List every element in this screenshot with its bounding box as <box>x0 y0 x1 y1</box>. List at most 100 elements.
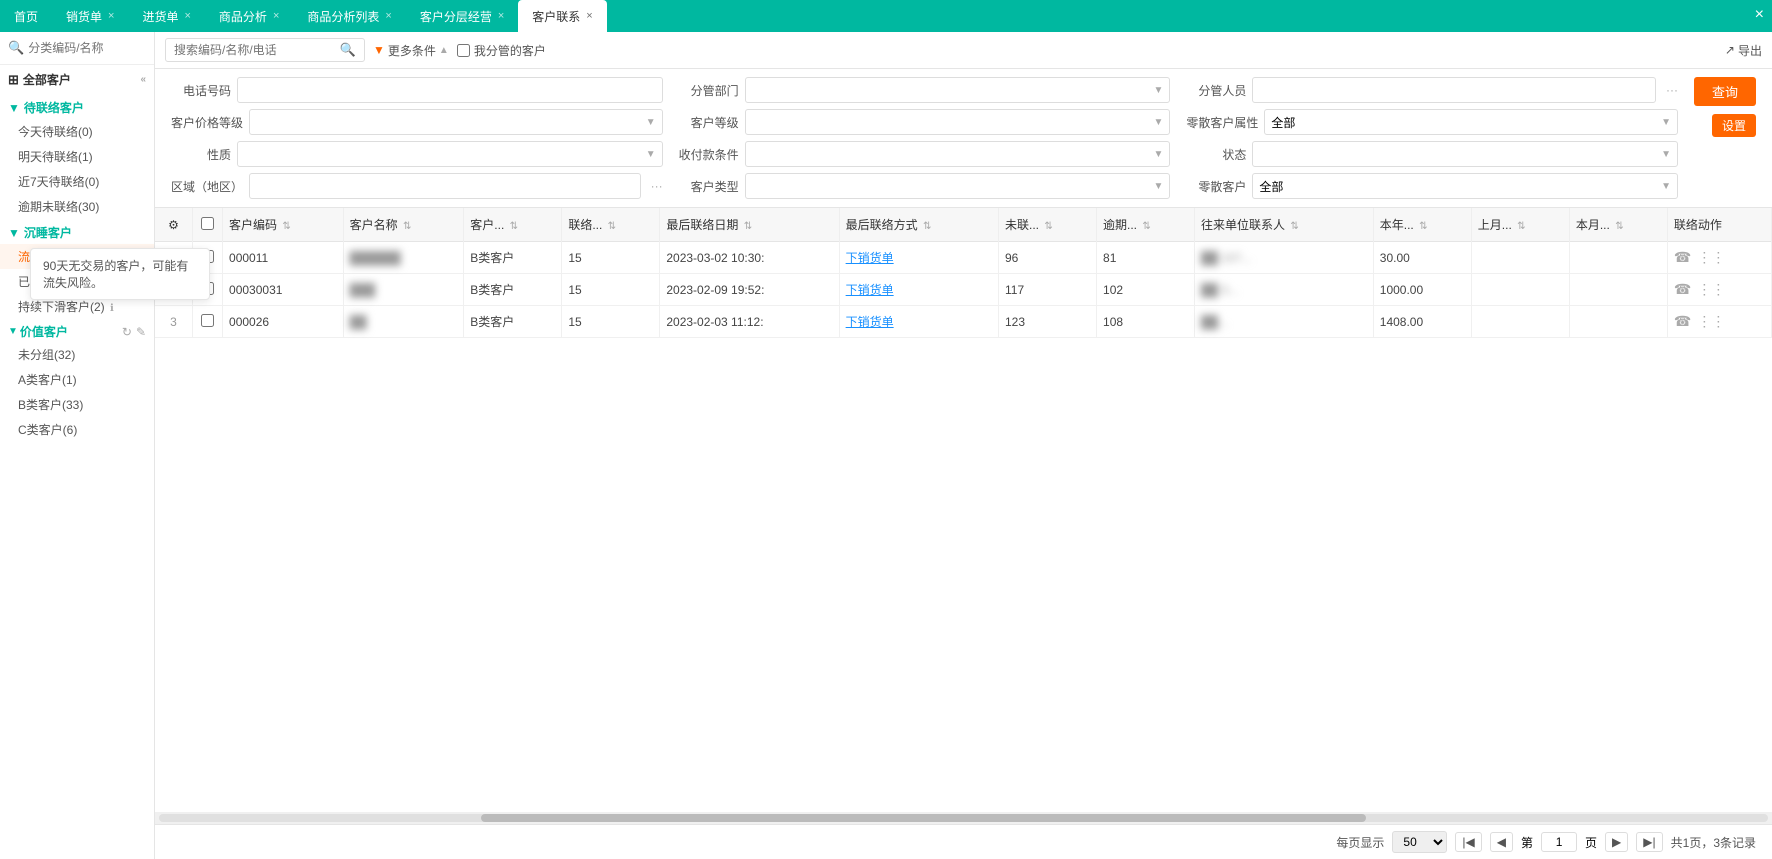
row-last-month-0 <box>1471 242 1569 274</box>
last-page-btn[interactable]: ▶| <box>1636 832 1662 852</box>
zero-customer-select[interactable]: 全部 ▼ <box>1252 173 1678 199</box>
action-more-icon-1[interactable]: ⋮⋮ <box>1697 281 1725 298</box>
col-last-month[interactable]: 上月... ⇅ <box>1471 208 1569 242</box>
page-size-select[interactable]: 50 100 200 <box>1392 831 1447 853</box>
sidebar-item-class-c[interactable]: C类客户(6) <box>0 417 154 442</box>
sort-type-icon: ⇅ <box>510 221 518 232</box>
customer-type-select[interactable]: ▼ <box>745 173 1171 199</box>
tab-product-analysis[interactable]: 商品分析 × <box>205 0 293 32</box>
close-tab-customer-contact[interactable]: × <box>586 10 592 22</box>
col-checkbox[interactable] <box>193 208 223 242</box>
sidebar-item-tomorrow-pending[interactable]: 明天待联络(1) <box>0 144 154 169</box>
group-dormant[interactable]: ▼ 沉睡客户 <box>0 219 154 244</box>
col-no-contact[interactable]: 未联... ⇅ <box>998 208 1096 242</box>
phone-input[interactable] <box>237 77 663 103</box>
col-code[interactable]: 客户编码 ⇅ <box>223 208 344 242</box>
col-type[interactable]: 客户... ⇅ <box>464 208 562 242</box>
action-phone-icon-0[interactable]: ☎ <box>1674 249 1691 266</box>
first-page-btn[interactable]: |◀ <box>1455 832 1481 852</box>
sidebar-item-unsorted[interactable]: 未分组(32) <box>0 342 154 367</box>
dept-select[interactable]: ▼ <box>745 77 1171 103</box>
region-more-icon[interactable]: ··· <box>651 179 663 193</box>
search-icon[interactable]: 🔍 <box>340 42 356 58</box>
payment-select[interactable]: ▼ <box>745 141 1171 167</box>
content-area: 🔍 ▼ 更多条件 ▲ 我分管的客户 ↗ 导出 <box>155 32 1772 859</box>
close-tab-product-analysis[interactable]: × <box>273 10 279 22</box>
col-overdue[interactable]: 逾期... ⇅ <box>1097 208 1195 242</box>
search-input[interactable] <box>174 43 336 57</box>
person-more-icon[interactable]: ··· <box>1666 83 1678 97</box>
close-tab-sales-order[interactable]: × <box>108 10 114 22</box>
customer-level-select[interactable]: ▼ <box>745 109 1171 135</box>
action-phone-icon-1[interactable]: ☎ <box>1674 281 1691 298</box>
action-phone-icon-2[interactable]: ☎ <box>1674 313 1691 330</box>
person-field: 分管人员 ··· <box>1186 77 1678 103</box>
edit-icon[interactable]: ✎ <box>136 325 146 339</box>
action-more-icon-0[interactable]: ⋮⋮ <box>1697 249 1725 266</box>
col-name[interactable]: 客户名称 ⇅ <box>343 208 464 242</box>
close-tab-purchase-order[interactable]: × <box>184 10 190 22</box>
row-overdue-0: 81 <box>1097 242 1195 274</box>
tab-bar: 首页 销货单 × 进货单 × 商品分析 × 商品分析列表 × 客户分层经营 × … <box>0 0 1772 32</box>
sidebar-item-today-pending[interactable]: 今天待联络(0) <box>0 119 154 144</box>
table-row: 2 00030031 ███ B类客户 15 2023-02-09 19:52:… <box>155 274 1772 306</box>
col-last-type[interactable]: 最后联络方式 ⇅ <box>839 208 998 242</box>
sidebar-search-input[interactable] <box>28 41 146 55</box>
sidebar-item-overdue-contact[interactable]: 逾期未联络(30) <box>0 194 154 219</box>
col-this-year[interactable]: 本年... ⇅ <box>1373 208 1471 242</box>
region-input[interactable] <box>249 173 641 199</box>
group-pending-contact[interactable]: ▼ 待联络客户 <box>0 94 154 119</box>
col-last-date[interactable]: 最后联络日期 ⇅ <box>660 208 839 242</box>
status-select[interactable]: ▼ <box>1252 141 1678 167</box>
col-this-month[interactable]: 本月... ⇅ <box>1569 208 1667 242</box>
tab-sales-order[interactable]: 销货单 × <box>52 0 128 32</box>
tab-purchase-order[interactable]: 进货单 × <box>128 0 204 32</box>
my-customers-check[interactable] <box>457 44 470 57</box>
row-last-type-2[interactable]: 下销货单 <box>839 306 998 338</box>
row-last-date-1: 2023-02-09 19:52: <box>660 274 839 306</box>
gender-field: 性质 ▼ <box>171 141 663 167</box>
sidebar-item-7days-pending[interactable]: 近7天待联络(0) <box>0 169 154 194</box>
gender-select[interactable]: ▼ <box>237 141 663 167</box>
person-input[interactable] <box>1252 77 1656 103</box>
settings-button[interactable]: 设置 <box>1712 114 1756 137</box>
export-button[interactable]: ↗ 导出 <box>1725 42 1762 59</box>
close-tab-product-analysis-list[interactable]: × <box>385 10 391 22</box>
row-last-type-0[interactable]: 下销货单 <box>839 242 998 274</box>
col-contact-person[interactable]: 往来单位联系人 ⇅ <box>1195 208 1374 242</box>
all-customers-header[interactable]: ⊞ 全部客户 « <box>0 65 154 94</box>
row-this-month-0 <box>1569 242 1667 274</box>
arrow-down-icon: ▼ <box>8 101 20 115</box>
tab-customer-contact[interactable]: 客户联系 × <box>518 0 606 32</box>
row-last-type-1[interactable]: 下销货单 <box>839 274 998 306</box>
window-close-button[interactable]: × <box>1755 6 1764 24</box>
scrollbar-thumb[interactable] <box>481 814 1366 822</box>
row-checkbox-2[interactable] <box>193 306 223 338</box>
tab-customer-segment[interactable]: 客户分层经营 × <box>406 0 518 32</box>
horizontal-scrollbar[interactable] <box>155 812 1772 824</box>
page-number-input[interactable] <box>1541 832 1577 852</box>
group-value-icons: ↻ ✎ <box>122 325 146 339</box>
tab-home[interactable]: 首页 <box>0 0 52 32</box>
next-page-btn[interactable]: ▶ <box>1605 832 1628 852</box>
action-more-icon-2[interactable]: ⋮⋮ <box>1697 313 1725 330</box>
my-customers-checkbox[interactable]: 我分管的客户 <box>457 42 546 59</box>
sort-last-type-icon: ⇅ <box>923 221 931 232</box>
group-value-customers-header[interactable]: ▼ 价值客户 ↻ ✎ <box>0 319 154 342</box>
sidebar-item-class-a[interactable]: A类客户(1) <box>0 367 154 392</box>
sidebar-search-icon: 🔍 <box>8 40 24 56</box>
zero-attr-select[interactable]: 全部 ▼ <box>1264 109 1678 135</box>
prev-page-btn[interactable]: ◀ <box>1490 832 1513 852</box>
sidebar-item-class-b[interactable]: B类客户(33) <box>0 392 154 417</box>
select-all-checkbox[interactable] <box>201 217 214 230</box>
close-tab-customer-segment[interactable]: × <box>498 10 504 22</box>
row-last-month-2 <box>1471 306 1569 338</box>
query-button[interactable]: 查询 <box>1694 77 1756 106</box>
refresh-icon[interactable]: ↻ <box>122 325 132 339</box>
more-conditions-btn[interactable]: ▼ 更多条件 ▲ <box>373 42 449 59</box>
col-contact-count[interactable]: 联络... ⇅ <box>562 208 660 242</box>
price-level-select[interactable]: ▼ <box>249 109 663 135</box>
col-settings[interactable]: ⚙ <box>155 208 193 242</box>
tab-product-analysis-list[interactable]: 商品分析列表 × <box>293 0 405 32</box>
zero-customer-field: 零散客户 全部 ▼ <box>1186 173 1678 199</box>
